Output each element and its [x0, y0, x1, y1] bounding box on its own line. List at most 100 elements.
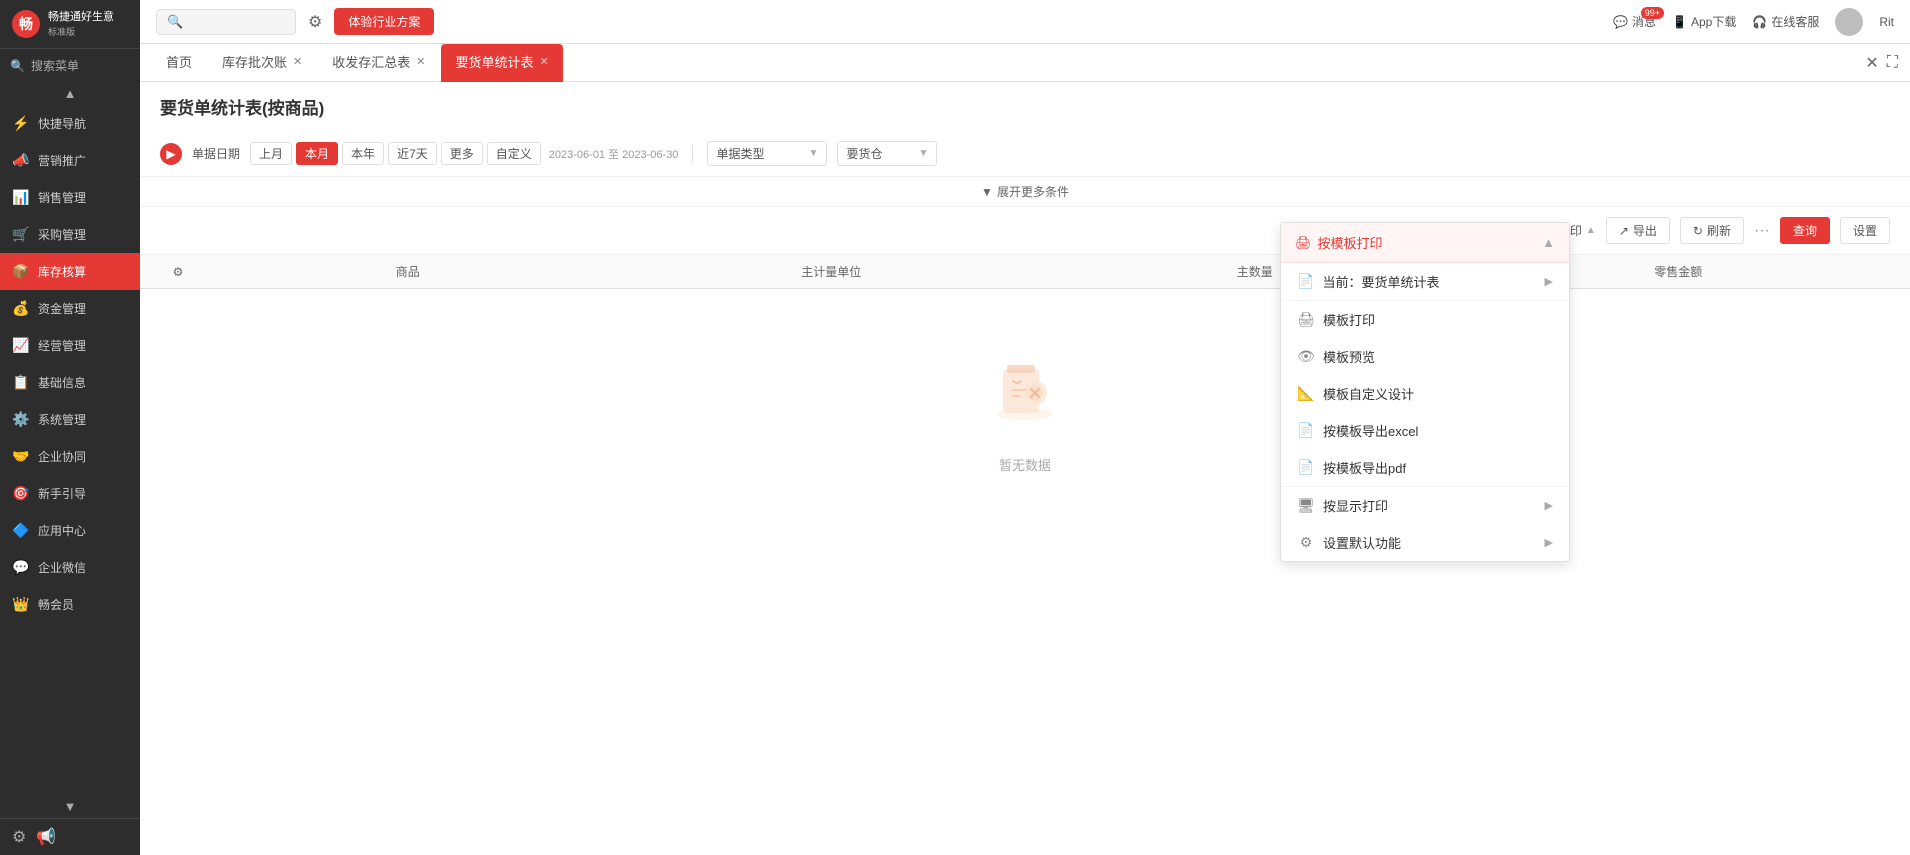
th-settings[interactable]: ⚙: [160, 265, 196, 279]
sidebar-item-basic[interactable]: 📋 基础信息: [0, 364, 140, 401]
default-func-arrow: ▶: [1545, 536, 1553, 549]
close-tab-button[interactable]: ✕: [1865, 53, 1878, 73]
print-header-icon: 🖨: [1295, 235, 1312, 251]
sidebar-scroll-up[interactable]: ▲: [0, 82, 140, 105]
three-dot-menu[interactable]: ···: [1754, 222, 1770, 240]
sidebar-item-member[interactable]: 👑 畅会员: [0, 586, 140, 623]
display-print-label: 按显示打印: [1323, 496, 1388, 515]
dropdown-item-display-print[interactable]: 🖥 按显示打印 ▶: [1281, 487, 1569, 524]
username-label[interactable]: Rit: [1879, 15, 1894, 29]
date-prev-month[interactable]: 上月: [250, 142, 292, 165]
message-button[interactable]: 💬 消息 99+: [1613, 13, 1656, 30]
online-service-label: 在线客服: [1771, 13, 1819, 30]
sidebar-item-sales[interactable]: 📊 销售管理: [0, 179, 140, 216]
sidebar-item-label: 销售管理: [38, 189, 86, 206]
dropdown-item-export-excel[interactable]: 📄 按模板导出excel: [1281, 412, 1569, 449]
display-print-arrow: ▶: [1545, 499, 1553, 512]
date-more[interactable]: 更多: [441, 142, 483, 165]
sidebar-item-marketing[interactable]: 📣 营销推广: [0, 142, 140, 179]
query-button[interactable]: 查询: [1780, 217, 1830, 244]
app-download-button[interactable]: 📱 App下载: [1672, 13, 1736, 30]
tab-order-summary-close[interactable]: ✕: [540, 55, 549, 68]
sidebar-search[interactable]: 🔍 搜索菜单: [0, 49, 140, 82]
dropdown-item-template-print[interactable]: 🖨 模板打印: [1281, 301, 1569, 338]
app-download-icon: 📱: [1672, 15, 1687, 29]
sidebar-item-operation[interactable]: 📈 经营管理: [0, 327, 140, 364]
message-badge: 99+: [1641, 7, 1664, 19]
dropdown-current-item[interactable]: 📄 当前：要货单统计表 ▶: [1281, 263, 1569, 301]
current-template-label: 当前：要货单统计表: [1322, 272, 1439, 291]
dropdown-header-label: 按模板打印: [1318, 233, 1383, 252]
sidebar-item-guide[interactable]: 🎯 新手引导: [0, 475, 140, 512]
tab-receive-summary[interactable]: 收发存汇总表 ✕: [318, 44, 439, 82]
filter-expand-button[interactable]: ▶: [160, 143, 182, 165]
default-func-icon: ⚙: [1297, 534, 1315, 551]
topbar-search-input[interactable]: [189, 15, 269, 29]
date-last7[interactable]: 近7天: [388, 142, 437, 165]
table-area: ⚙ 商品 主计量单位 主数量 零售金额: [140, 255, 1910, 855]
expand-more-button[interactable]: ▼ 展开更多条件: [981, 183, 1069, 200]
tab-receive-summary-close[interactable]: ✕: [416, 55, 425, 68]
member-icon: 👑: [12, 596, 30, 613]
order-warehouse-select[interactable]: 要货仓 ▼: [837, 141, 937, 166]
sidebar-item-wechat[interactable]: 💬 企业微信: [0, 549, 140, 586]
tab-order-summary[interactable]: 要货单统计表 ✕: [441, 44, 562, 82]
sidebar-item-label: 采购管理: [38, 226, 86, 243]
sidebar-item-label: 资金管理: [38, 300, 86, 317]
export-button[interactable]: ↗ 导出: [1606, 217, 1670, 244]
maximize-button[interactable]: ⛶: [1887, 53, 1898, 73]
sidebar-item-finance[interactable]: 💰 资金管理: [0, 290, 140, 327]
date-current-month[interactable]: 本月: [296, 142, 338, 165]
tab-home[interactable]: 首页: [152, 44, 206, 82]
dropdown-item-template-preview[interactable]: 👁 模板预览: [1281, 338, 1569, 375]
dropdown-item-template-design[interactable]: 📐 模板自定义设计: [1281, 375, 1569, 412]
th-unit: 主计量单位: [620, 263, 1044, 280]
sidebar-item-label: 系统管理: [38, 411, 86, 428]
sidebar-item-label: 应用中心: [38, 522, 86, 539]
template-print-label: 模板打印: [1323, 310, 1375, 329]
settings-icon[interactable]: ⚙: [12, 827, 26, 847]
dropdown-item-export-pdf[interactable]: 📄 按模板导出pdf: [1281, 449, 1569, 486]
tab-inventory-batch-close[interactable]: ✕: [293, 55, 302, 68]
trial-button[interactable]: 体验行业方案: [334, 8, 434, 35]
sidebar-item-label: 营销推广: [38, 152, 86, 169]
topbar-gear-button[interactable]: ⚙: [308, 12, 322, 32]
speaker-icon[interactable]: 📢: [36, 827, 56, 847]
topbar-search-box[interactable]: 🔍: [156, 9, 296, 35]
template-preview-icon: 👁: [1297, 348, 1315, 365]
sidebar-item-label: 库存核算: [38, 263, 86, 280]
sidebar-item-quick-nav[interactable]: ⚡ 快捷导航: [0, 105, 140, 142]
sidebar-item-purchase[interactable]: 🛒 采购管理: [0, 216, 140, 253]
sidebar-scroll-down[interactable]: ▼: [0, 795, 140, 818]
refresh-icon: ↻: [1693, 224, 1703, 238]
finance-icon: 💰: [12, 300, 30, 317]
settings-button[interactable]: 设置: [1840, 217, 1890, 244]
sidebar-item-system[interactable]: ⚙️ 系统管理: [0, 401, 140, 438]
app-center-icon: 🔷: [12, 522, 30, 539]
expand-more-label: 展开更多条件: [997, 183, 1069, 200]
sidebar-item-app-center[interactable]: 🔷 应用中心: [0, 512, 140, 549]
expand-more-icon: ▼: [981, 185, 993, 199]
export-icon: ↗: [1619, 224, 1629, 238]
dropdown-item-default-func[interactable]: ⚙ 设置默认功能 ▶: [1281, 524, 1569, 561]
app-logo-icon: 畅: [12, 10, 40, 38]
empty-illustration: [985, 349, 1065, 443]
tab-inventory-batch-label: 库存批次账: [222, 52, 287, 71]
sidebar-item-corp[interactable]: 🤝 企业协同: [0, 438, 140, 475]
online-service-button[interactable]: 🎧 在线客服: [1752, 13, 1819, 30]
tab-inventory-batch[interactable]: 库存批次账 ✕: [208, 44, 316, 82]
sidebar-item-label: 企业协同: [38, 448, 86, 465]
order-warehouse-label: 要货仓: [846, 145, 882, 162]
date-current-year[interactable]: 本年: [342, 142, 384, 165]
refresh-button[interactable]: ↻ 刷新: [1680, 217, 1744, 244]
app-name: 畅捷通好生意: [48, 10, 114, 24]
doc-type-select[interactable]: 单据类型 ▼: [707, 141, 827, 166]
dropdown-close-arrow[interactable]: ▲: [1542, 235, 1555, 250]
dropdown-header: 🖨 按模板打印 ▲: [1281, 223, 1569, 263]
export-pdf-icon: 📄: [1297, 459, 1315, 476]
sidebar-item-label: 快捷导航: [38, 115, 86, 132]
avatar[interactable]: [1835, 8, 1863, 36]
sidebar: 畅 畅捷通好生意 标准版 🔍 搜索菜单 ▲ ⚡ 快捷导航 📣 营销推广 📊 销售…: [0, 0, 140, 855]
sidebar-item-inventory[interactable]: 📦 库存核算: [0, 253, 140, 290]
date-custom[interactable]: 自定义: [487, 142, 541, 165]
